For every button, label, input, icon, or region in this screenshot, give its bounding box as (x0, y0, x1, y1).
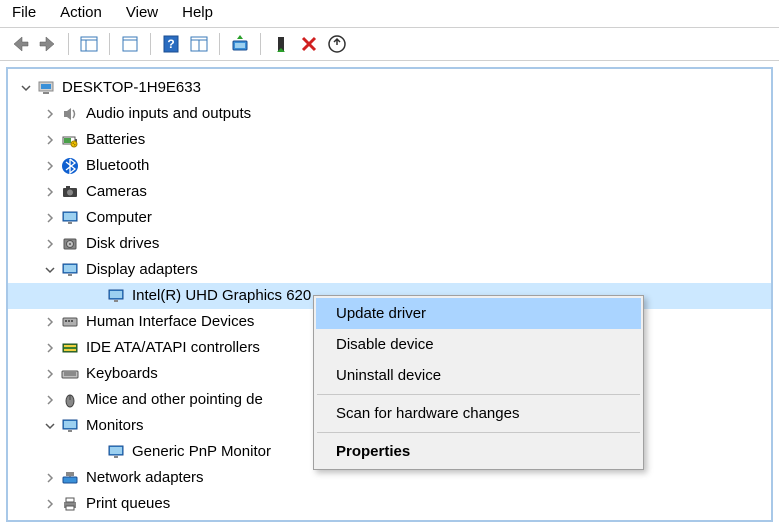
context-separator (317, 432, 640, 433)
chevron-right-icon[interactable] (42, 236, 58, 252)
tree-node[interactable]: Bluetooth (8, 153, 771, 179)
monitor-icon (106, 286, 126, 306)
chevron-right-icon[interactable] (42, 314, 58, 330)
update-driver-icon (230, 34, 250, 54)
chevron-right-icon[interactable] (42, 184, 58, 200)
back-button[interactable] (8, 32, 32, 56)
context-update-driver[interactable]: Update driver (316, 298, 641, 329)
show-hide-tree-button[interactable] (77, 32, 101, 56)
tree-node-label: Keyboards (86, 361, 158, 387)
chevron-down-icon[interactable] (42, 418, 58, 434)
properties-icon (189, 34, 209, 54)
properties-button[interactable] (187, 32, 211, 56)
context-menu: Update driver Disable device Uninstall d… (313, 295, 644, 470)
separator (260, 33, 261, 55)
tree-leaf-label: Intel(R) UHD Graphics 620 (132, 283, 311, 309)
tree-node-label: Computer (86, 205, 152, 231)
monitor-icon (60, 416, 80, 436)
tree-node[interactable]: Display adapters (8, 257, 771, 283)
context-scan-hardware[interactable]: Scan for hardware changes (316, 398, 641, 429)
tree-leaf-label: Generic PnP Monitor (132, 439, 271, 465)
context-properties[interactable]: Properties (316, 436, 641, 467)
tree-node[interactable]: Cameras (8, 179, 771, 205)
tree-node-label: Print queues (86, 491, 170, 517)
chevron-right-icon[interactable] (42, 340, 58, 356)
separator (150, 33, 151, 55)
tree-node-label: Batteries (86, 127, 145, 153)
tree-node[interactable]: Computer (8, 205, 771, 231)
tree-node-label: IDE ATA/ATAPI controllers (86, 335, 260, 361)
refresh-button[interactable] (118, 32, 142, 56)
battery-icon (60, 130, 80, 150)
forward-button[interactable] (36, 32, 60, 56)
chevron-right-icon[interactable] (42, 366, 58, 382)
refresh-icon (120, 34, 140, 54)
menu-help[interactable]: Help (182, 4, 213, 21)
disk-icon (60, 234, 80, 254)
tree-node[interactable]: Print queues (8, 491, 771, 517)
tree-node-label: Monitors (86, 413, 144, 439)
menu-file[interactable]: File (12, 4, 36, 21)
network-icon (60, 468, 80, 488)
forward-icon (38, 34, 58, 54)
uninstall-device-button[interactable] (325, 32, 349, 56)
tree-root[interactable]: DESKTOP-1H9E633 (8, 75, 771, 101)
show-hide-icon (79, 34, 99, 54)
tree-node-label: Human Interface Devices (86, 309, 254, 335)
chevron-down-icon[interactable] (42, 262, 58, 278)
disable-device-button[interactable] (297, 32, 321, 56)
update-driver-button[interactable] (228, 32, 252, 56)
chevron-right-icon[interactable] (42, 392, 58, 408)
separator (109, 33, 110, 55)
tree-root-label: DESKTOP-1H9E633 (62, 75, 201, 101)
computer-icon (36, 78, 56, 98)
chevron-right-icon[interactable] (42, 496, 58, 512)
separator (219, 33, 220, 55)
hid-icon (60, 312, 80, 332)
monitor-icon (106, 442, 126, 462)
monitor-icon (60, 208, 80, 228)
tree-node[interactable]: Batteries (8, 127, 771, 153)
monitor-icon (60, 260, 80, 280)
tree-node-label: Mice and other pointing de (86, 387, 263, 413)
context-separator (317, 394, 640, 395)
printer-icon (60, 494, 80, 514)
tree-node-label: Network adapters (86, 465, 204, 491)
device-tree: DESKTOP-1H9E633 Audio inputs and outputs… (6, 67, 773, 522)
chevron-down-icon[interactable] (18, 80, 34, 96)
uninstall-device-icon (327, 34, 347, 54)
enable-device-button[interactable] (269, 32, 293, 56)
context-disable-device[interactable]: Disable device (316, 329, 641, 360)
enable-device-icon (271, 34, 291, 54)
menu-view[interactable]: View (126, 4, 158, 21)
mouse-icon (60, 390, 80, 410)
menubar: File Action View Help (0, 0, 779, 28)
menu-action[interactable]: Action (60, 4, 102, 21)
help-button[interactable]: ? (159, 32, 183, 56)
tree-node-label: Cameras (86, 179, 147, 205)
chevron-right-icon[interactable] (42, 210, 58, 226)
chevron-right-icon[interactable] (42, 470, 58, 486)
tree-node-label: Audio inputs and outputs (86, 101, 251, 127)
disable-device-icon (299, 34, 319, 54)
bluetooth-icon (60, 156, 80, 176)
tree-node-label: Disk drives (86, 231, 159, 257)
back-icon (10, 34, 30, 54)
tree-node[interactable]: Disk drives (8, 231, 771, 257)
help-icon: ? (161, 34, 181, 54)
separator (68, 33, 69, 55)
ide-icon (60, 338, 80, 358)
svg-text:?: ? (167, 37, 174, 51)
keyboard-icon (60, 364, 80, 384)
toolbar: ? (0, 28, 779, 61)
tree-node[interactable]: Audio inputs and outputs (8, 101, 771, 127)
tree-node-label: Bluetooth (86, 153, 149, 179)
chevron-right-icon[interactable] (42, 158, 58, 174)
tree-node-label: Display adapters (86, 257, 198, 283)
chevron-right-icon[interactable] (42, 132, 58, 148)
speaker-icon (60, 104, 80, 124)
context-uninstall-device[interactable]: Uninstall device (316, 360, 641, 391)
chevron-right-icon[interactable] (42, 106, 58, 122)
camera-icon (60, 182, 80, 202)
